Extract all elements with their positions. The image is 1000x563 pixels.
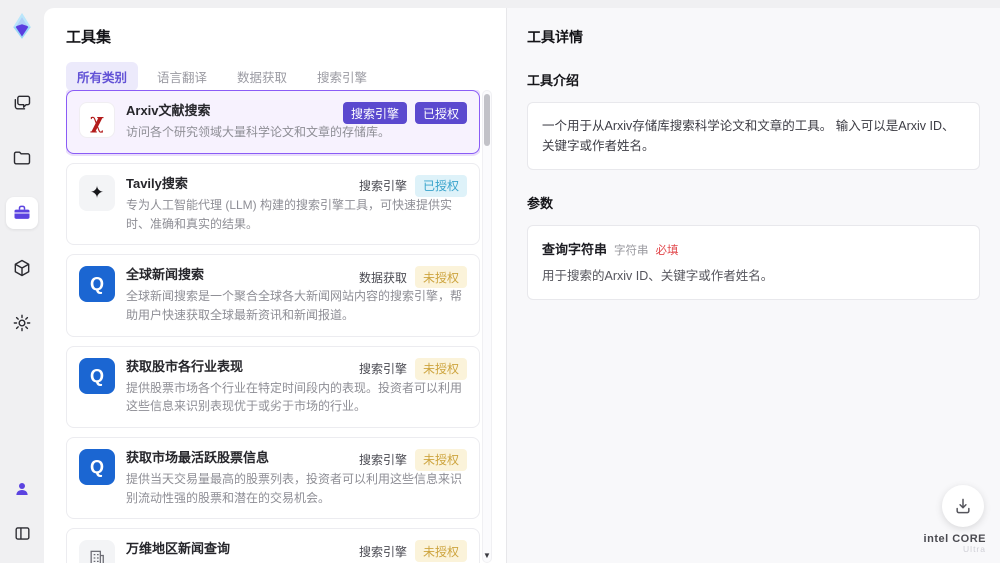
news-tool-icon: Q [79,448,115,485]
news-q-logo-icon: Q [89,456,104,477]
tool-tags: 搜索引擎 未授权 [358,540,467,563]
intro-text: 一个用于从Arxiv存储库搜索科学论文和文章的工具。 输入可以是Arxiv ID… [542,119,955,153]
parameter-card: 查询字符串 字符串 必填 用于搜索的Arxiv ID、关键字或作者姓名。 [527,225,980,300]
category-tag: 搜索引擎 [342,102,407,124]
arxiv-logo-icon: χ [90,107,104,133]
tool-description: 全球新闻搜索是一个聚合全球各大新闻网站内容的搜索引擎，帮助用户快速获取全球最新资… [126,289,463,322]
parameter-type: 字符串 [614,245,649,257]
tavily-tool-icon: ✦ [79,174,115,211]
tool-list-item[interactable]: Q 全球新闻搜索 全球新闻搜索是一个聚合全球各大新闻网站内容的搜索引擎，帮助用户… [66,254,480,337]
category-tag: 搜索引擎 [358,179,407,194]
intro-heading: 工具介绍 [527,73,580,88]
user-icon [16,483,28,495]
status-badge: 未授权 [414,357,467,380]
status-badge: 已授权 [414,102,467,124]
arxiv-tool-icon: χ [79,102,115,138]
chat-icon [14,95,31,110]
sidebar-nav [6,87,38,339]
category-tag: 搜索引擎 [358,544,407,559]
parameter-required-badge: 必填 [655,245,679,257]
status-badge: 未授权 [414,266,467,289]
category-tag: 数据获取 [358,270,407,285]
tool-tags: 搜索引擎 已授权 [342,102,467,124]
tool-list-item[interactable]: 万维地区新闻查询 查询具体行政区划内的新闻，快速了解各地新闻动 搜索引擎未授权 [66,528,480,563]
download-button[interactable] [942,485,984,527]
tool-tags: 搜索引擎 已授权 [358,174,467,197]
sidebar-item-toolbox[interactable] [6,197,38,229]
status-badge: 未授权 [414,448,467,471]
sidebar-item-packages[interactable] [6,252,38,284]
tool-tags: 数据获取 未授权 [358,266,467,289]
folder-icon [13,151,31,165]
news-tool-icon: Q [79,357,115,394]
category-tabs: 所有类别 语言翻译 数据获取 搜索引擎 [66,62,506,91]
news-tool-icon: Q [79,266,115,303]
intel-core-logo-text: intel CORE [923,532,986,545]
category-tag: 搜索引擎 [358,362,407,377]
sidebar-item-chat[interactable] [6,87,38,119]
status-badge: 未授权 [414,540,467,563]
app-logo[interactable] [7,11,37,41]
tool-list: χ Arxiv文献搜索 访问各个研究领域大量科学论文和文章的存储库。 搜索引擎已… [66,90,480,563]
intro-card: 一个用于从Arxiv存储库搜索科学论文和文章的工具。 输入可以是Arxiv ID… [527,102,980,170]
category-tab-0[interactable]: 所有类别 [66,62,139,91]
tool-list-item[interactable]: ✦ Tavily搜索 专为人工智能代理 (LLM) 构建的搜索引擎工具，可快速提… [66,162,480,246]
sidebar-item-files[interactable] [6,142,38,174]
building-tool-icon [79,540,115,563]
tavily-star-icon: ✦ [89,183,105,203]
tool-list-panel: 工具集 所有类别 语言翻译 数据获取 搜索引擎 χ Arxiv文献搜索 访问各个研究领… [44,8,506,563]
scrollbar-down-arrow[interactable]: ▼ [483,551,491,560]
panel-toggle-icon [14,526,30,540]
tool-tags: 搜索引擎 未授权 [358,357,467,380]
intel-ultra-text: Ultra [963,543,986,554]
intel-core-brand: intel CORE Ultra [924,533,986,554]
briefcase-icon [14,205,30,219]
sidebar-item-settings[interactable] [6,307,38,339]
tool-tags: 搜索引擎 未授权 [358,448,467,471]
status-badge: 已授权 [414,174,467,197]
gear-icon [13,314,31,332]
tool-list-item[interactable]: Q 获取市场最活跃股票信息 提供当天交易量最高的股票列表，投资者可以利用这些信息… [66,436,480,520]
parameter-description: 用于搜索的Arxiv ID、关键字或作者姓名。 [542,269,774,283]
news-q-logo-icon: Q [89,365,104,386]
parameter-name: 查询字符串 [542,242,608,257]
sidebar-bottom [6,473,38,549]
category-tab-1[interactable]: 语言翻译 [146,62,218,91]
download-icon [956,498,970,514]
tool-description: 提供当天交易量最高的股票列表，投资者可以利用这些信息来识别流动性强的股票和潜在的… [126,472,463,505]
scrollbar-thumb[interactable] [484,94,490,146]
tool-description: 访问各个研究领域大量科学论文和文章的存储库。 [126,125,391,140]
category-tab-2[interactable]: 数据获取 [226,62,298,91]
category-tag: 搜索引擎 [358,453,407,468]
building-news-icon [90,550,104,563]
sidebar-item-profile[interactable] [6,473,38,505]
params-list: 查询字符串 字符串 必填 用于搜索的Arxiv ID、关键字或作者姓名。 [527,225,980,300]
cube-icon [14,259,30,277]
news-q-logo-icon: Q [89,274,104,295]
tool-list-item[interactable]: χ Arxiv文献搜索 访问各个研究领域大量科学论文和文章的存储库。 搜索引擎已… [66,90,480,154]
tool-description: 提供股票市场各个行业在特定时间段内的表现。投资者可以利用这些信息来识别表现优于或… [126,380,463,414]
tool-list-item[interactable]: Q 获取股市各行业表现 提供股票市场各个行业在特定时间段内的表现。投资者可以利用… [66,345,480,428]
tool-detail-panel: 工具详情 工具介绍 一个用于从Arxiv存储库搜索科学论文和文章的工具。 输入可… [506,8,1000,563]
gem-logo-icon [13,13,31,39]
sidebar-item-collapse[interactable] [6,517,38,549]
icon-sidebar [0,0,44,563]
list-scrollbar[interactable]: ▼ [482,90,492,563]
page-title: 工具集 [66,29,112,46]
tool-description: 专为人工智能代理 (LLM) 构建的搜索引擎工具，可快速提供实时、准确和真实的结… [126,197,453,231]
category-tab-3[interactable]: 搜索引擎 [306,62,378,91]
params-heading: 参数 [527,196,554,211]
detail-title: 工具详情 [527,29,583,45]
